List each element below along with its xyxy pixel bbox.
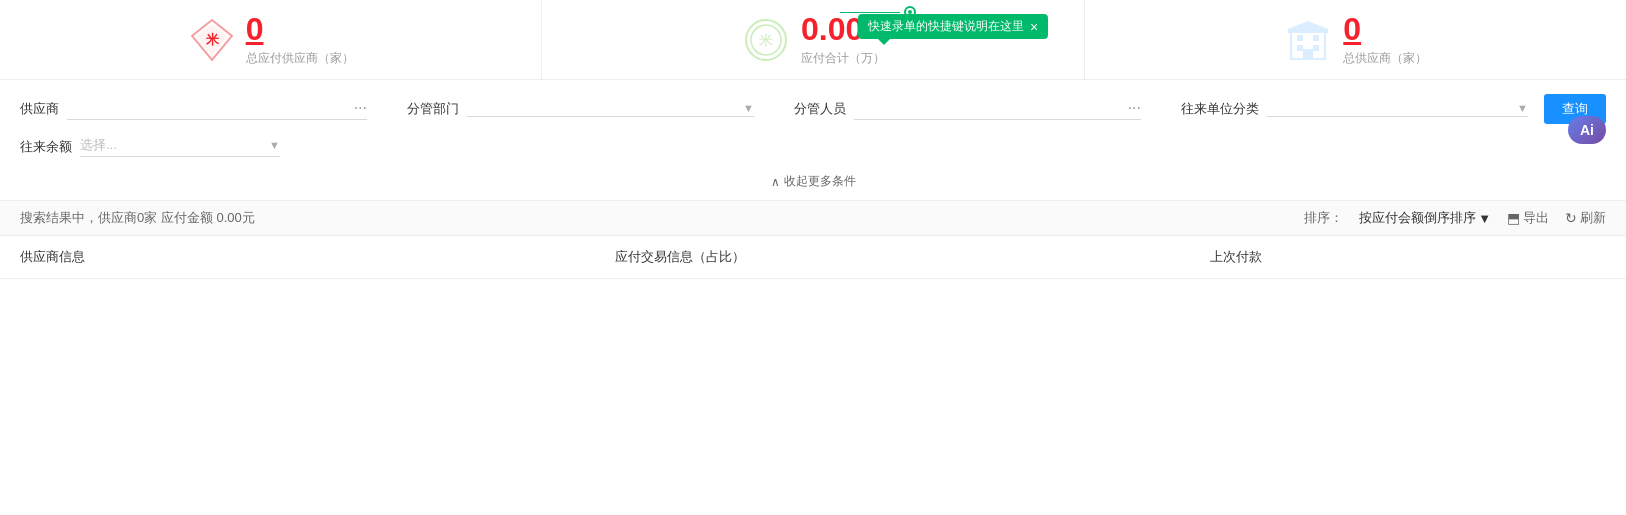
sort-label: 排序：	[1304, 209, 1343, 227]
total-suppliers-label: 总供应商（家）	[1343, 50, 1427, 67]
payable-total-label: 应付合计（万）	[801, 50, 885, 67]
tooltip-line	[840, 12, 900, 13]
tooltip-bar: 快速录单的快捷键说明在这里 ×	[858, 14, 1048, 39]
filter-balance: 往来余额 选择... ▼	[20, 136, 280, 157]
supplier-label: 供应商	[20, 100, 59, 118]
filter-area: 供应商 ··· 分管部门 ▼ 分管人员 ··· 往来单位分	[0, 80, 1626, 201]
refresh-label: 刷新	[1580, 209, 1606, 227]
filter-row-2: 往来余额 选择... ▼	[20, 136, 1606, 157]
tooltip-close[interactable]: ×	[1030, 20, 1038, 34]
svg-rect-7	[1297, 35, 1303, 41]
filter-row-1: 供应商 ··· 分管部门 ▼ 分管人员 ··· 往来单位分	[20, 94, 1606, 124]
svg-rect-12	[1288, 29, 1328, 33]
balance-label: 往来余额	[20, 138, 72, 156]
dept-label: 分管部门	[407, 100, 459, 118]
total-payable-label: 总应付供应商（家）	[246, 50, 354, 67]
stat-payable-total: 快速录单的快捷键说明在这里 × 米 0.00 应付合计（万）	[542, 0, 1084, 79]
sort-chevron-icon: ▼	[1478, 211, 1491, 226]
person-label: 分管人员	[794, 100, 846, 118]
svg-marker-13	[1288, 21, 1328, 29]
stat-total-payable-suppliers: 米 0 总应付供应商（家）	[0, 0, 542, 79]
supplier-dots[interactable]: ···	[354, 99, 367, 117]
filter-supplier: 供应商 ···	[20, 99, 367, 120]
balance-placeholder: 选择...	[80, 136, 269, 154]
total-payable-number: 0	[246, 12, 264, 47]
diamond-icon: 米	[188, 16, 236, 64]
svg-rect-10	[1313, 45, 1319, 51]
svg-text:米: 米	[759, 32, 773, 48]
svg-rect-11	[1303, 49, 1313, 59]
building-icon	[1283, 19, 1333, 61]
dept-chevron-icon: ▼	[743, 102, 754, 114]
balance-select[interactable]: 选择... ▼	[80, 136, 280, 157]
unit-select[interactable]: ▼	[1267, 102, 1528, 117]
sort-select[interactable]: 按应付会额倒序排序 ▼	[1359, 209, 1491, 227]
refresh-button[interactable]: ↻ 刷新	[1565, 209, 1606, 227]
total-suppliers-number: 0	[1343, 12, 1361, 47]
svg-rect-9	[1297, 45, 1303, 51]
coin-icon: 米	[741, 15, 791, 65]
filter-person: 分管人员 ···	[794, 99, 1141, 120]
ai-badge[interactable]: Ai	[1568, 116, 1606, 144]
export-button[interactable]: ⬒ 导出	[1507, 209, 1549, 227]
stat-total-suppliers: 0 总供应商（家）	[1085, 0, 1626, 79]
stats-bar: 米 0 总应付供应商（家） 快速录单的快捷键说明在这里 × 米	[0, 0, 1626, 80]
collapse-label: 收起更多条件	[784, 173, 856, 190]
person-input[interactable]	[854, 100, 1124, 115]
svg-rect-8	[1313, 35, 1319, 41]
unit-label: 往来单位分类	[1181, 100, 1259, 118]
tooltip-text: 快速录单的快捷键说明在这里	[868, 18, 1024, 35]
person-dots[interactable]: ···	[1128, 99, 1141, 117]
balance-chevron-icon: ▼	[269, 139, 280, 151]
unit-chevron-icon: ▼	[1517, 102, 1528, 114]
result-actions: 排序： 按应付会额倒序排序 ▼ ⬒ 导出 ↻ 刷新	[1304, 209, 1606, 227]
svg-text:米: 米	[204, 32, 219, 47]
payable-total-number: 0.00	[801, 12, 863, 47]
refresh-icon: ↻	[1565, 210, 1577, 226]
filter-unit-class: 往来单位分类 ▼	[1181, 100, 1528, 118]
filter-dept: 分管部门 ▼	[407, 100, 754, 118]
collapse-button[interactable]: ∧ 收起更多条件	[20, 167, 1606, 200]
table-body	[0, 279, 1626, 515]
result-bar: 搜索结果中，供应商0家 应付金额 0.00元 排序： 按应付会额倒序排序 ▼ ⬒…	[0, 201, 1626, 236]
col-last-payment-header: 上次付款	[1210, 248, 1607, 266]
col-payable-info-header: 应付交易信息（占比）	[615, 248, 1210, 266]
collapse-icon: ∧	[771, 175, 780, 189]
sort-value: 按应付会额倒序排序	[1359, 209, 1476, 227]
supplier-input[interactable]	[67, 100, 350, 115]
table-header: 供应商信息 应付交易信息（占比） 上次付款	[0, 236, 1626, 279]
export-icon: ⬒	[1507, 210, 1520, 226]
dept-select[interactable]: ▼	[467, 102, 754, 117]
result-info: 搜索结果中，供应商0家 应付金额 0.00元	[20, 209, 255, 227]
col-supplier-info-header: 供应商信息	[20, 248, 615, 266]
export-label: 导出	[1523, 209, 1549, 227]
